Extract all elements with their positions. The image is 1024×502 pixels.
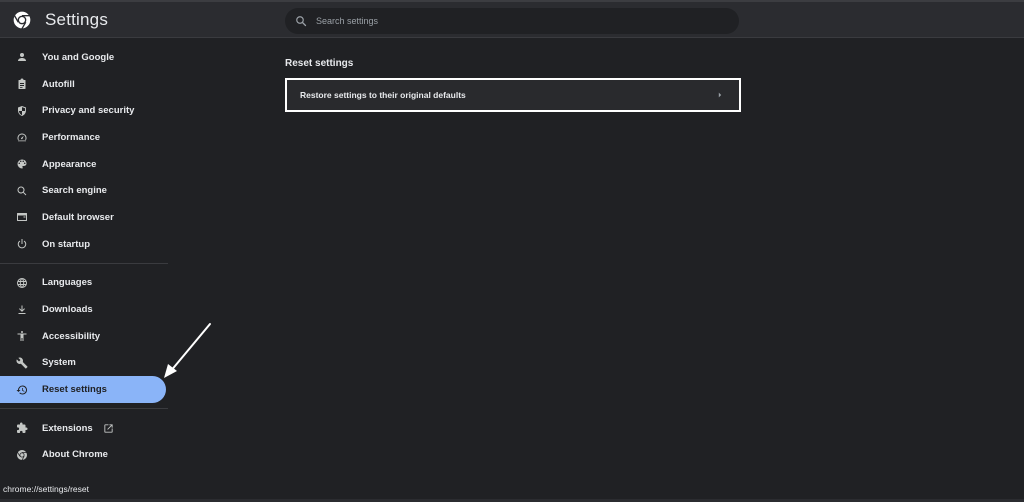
power-icon xyxy=(16,238,28,250)
sidebar-item-label: Search engine xyxy=(42,185,107,197)
sidebar-item-label: About Chrome xyxy=(42,449,108,461)
sidebar-divider xyxy=(0,407,168,409)
wrench-icon xyxy=(16,357,28,369)
sidebar-item-label: Appearance xyxy=(42,158,97,170)
sidebar-item-you-and-google[interactable]: You and Google xyxy=(0,44,166,71)
sidebar-item-label: System xyxy=(42,357,76,369)
section-title: Reset settings xyxy=(285,58,354,69)
sidebar-item-label: Languages xyxy=(42,277,93,289)
chrome-logo-icon xyxy=(16,449,28,461)
search-icon xyxy=(16,185,28,197)
history-icon xyxy=(16,384,28,396)
sidebar-item-extensions[interactable]: Extensions xyxy=(0,415,166,442)
sidebar-item-languages[interactable]: Languages xyxy=(0,270,166,297)
sidebar-item-appearance[interactable]: Appearance xyxy=(0,151,166,178)
settings-header: Settings xyxy=(0,2,1024,38)
sidebar-item-label: Privacy and security xyxy=(42,105,135,117)
chevron-right-icon xyxy=(718,92,722,98)
sidebar-item-label: Default browser xyxy=(42,211,114,223)
sidebar-item-label: On startup xyxy=(42,238,91,250)
sidebar-item-downloads[interactable]: Downloads xyxy=(0,296,166,323)
sidebar-item-label: Accessibility xyxy=(42,330,101,342)
sidebar-item-system[interactable]: System xyxy=(0,350,166,377)
sidebar-divider xyxy=(0,262,168,264)
chrome-logo-icon xyxy=(13,11,31,30)
clipboard-icon xyxy=(16,78,28,90)
sidebar-item-about-chrome[interactable]: About Chrome xyxy=(0,442,166,469)
download-icon xyxy=(16,304,28,316)
sidebar-item-privacy-and-security[interactable]: Privacy and security xyxy=(0,97,166,124)
sidebar-item-performance[interactable]: Performance xyxy=(0,124,166,151)
sidebar-item-label: Reset settings xyxy=(42,384,107,396)
sidebar-item-default-browser[interactable]: Default browser xyxy=(0,204,166,231)
sidebar-item-reset-settings[interactable]: Reset settings xyxy=(0,376,166,403)
globe-icon xyxy=(16,277,28,289)
sidebar-item-label: Downloads xyxy=(42,304,93,316)
sidebar-item-search-engine[interactable]: Search engine xyxy=(0,177,166,204)
accessibility-icon xyxy=(16,330,28,342)
search-input[interactable] xyxy=(316,16,716,26)
speedometer-icon xyxy=(16,131,28,143)
sidebar-item-autofill[interactable]: Autofill xyxy=(0,71,166,98)
browser-window-icon xyxy=(16,211,28,223)
status-bar-url: chrome://settings/reset xyxy=(0,484,92,498)
sidebar-item-label: Extensions xyxy=(42,422,93,434)
shield-icon xyxy=(16,105,28,117)
sidebar-item-on-startup[interactable]: On startup xyxy=(0,231,166,258)
sidebar-item-label: Performance xyxy=(42,131,101,143)
main-content: Reset settings Restore settings to their… xyxy=(285,58,741,112)
restore-defaults-row[interactable]: Restore settings to their original defau… xyxy=(285,78,741,112)
restore-defaults-label: Restore settings to their original defau… xyxy=(300,90,466,100)
person-icon xyxy=(16,51,28,63)
palette-icon xyxy=(16,158,28,170)
page-title: Settings xyxy=(45,10,109,29)
sidebar-item-accessibility[interactable]: Accessibility xyxy=(0,323,166,350)
search-box[interactable] xyxy=(285,8,739,34)
sidebar-item-label: Autofill xyxy=(42,78,75,90)
puzzle-icon xyxy=(16,422,28,434)
external-link-icon xyxy=(104,424,113,433)
sidebar: You and Google Autofill Privacy and secu… xyxy=(0,44,168,468)
search-icon xyxy=(296,16,307,27)
annotation-arrow-icon xyxy=(164,323,211,378)
sidebar-item-label: You and Google xyxy=(42,51,115,63)
